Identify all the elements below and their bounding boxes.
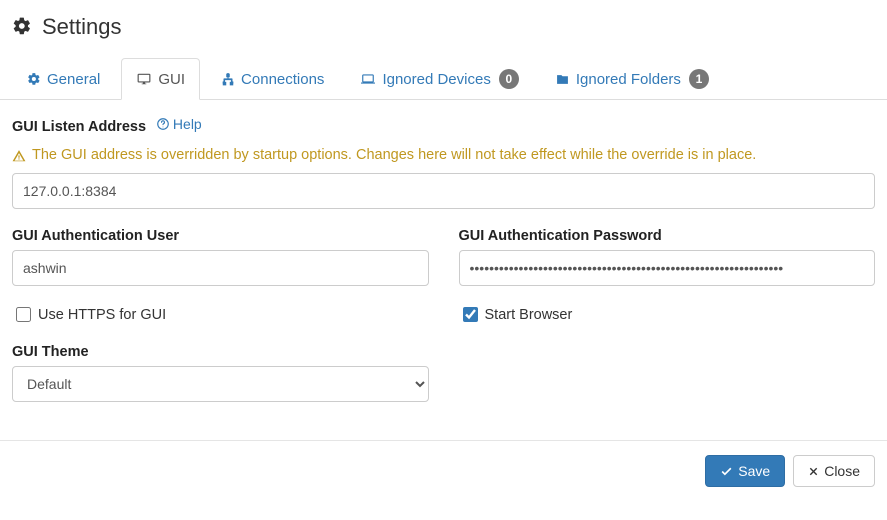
gui-panel: GUI Listen Address Help The GUI address … — [0, 100, 887, 440]
badge-count: 0 — [499, 69, 519, 89]
auth-user-input[interactable] — [12, 250, 429, 286]
listen-address-label: GUI Listen Address — [12, 119, 146, 135]
save-button[interactable]: Save — [705, 455, 785, 487]
theme-label: GUI Theme — [12, 344, 89, 360]
laptop-icon — [360, 72, 376, 86]
start-browser-checkbox[interactable] — [463, 307, 478, 322]
settings-header: Settings — [0, 0, 887, 58]
warning-text: The GUI address is overridden by startup… — [32, 147, 756, 163]
tab-ignored-devices[interactable]: Ignored Devices 0 — [345, 58, 533, 99]
auth-pass-input[interactable] — [459, 250, 876, 286]
page-title: Settings — [42, 14, 122, 40]
gear-icon — [27, 72, 41, 86]
help-label: Help — [173, 116, 202, 132]
badge-count: 1 — [689, 69, 709, 89]
tab-general[interactable]: General — [12, 58, 115, 99]
folder-icon — [555, 73, 570, 86]
tab-label: Connections — [241, 71, 324, 88]
save-label: Save — [738, 463, 770, 479]
help-link[interactable]: Help — [156, 116, 202, 132]
override-warning: The GUI address is overridden by startup… — [12, 147, 875, 163]
tab-label: GUI — [158, 71, 185, 88]
tab-label: General — [47, 71, 100, 88]
tab-label: Ignored Devices — [382, 71, 490, 88]
settings-tabs: General GUI Connections Ignored Devices … — [0, 58, 887, 100]
auth-pass-label: GUI Authentication Password — [459, 228, 662, 244]
close-button[interactable]: Close — [793, 455, 875, 487]
tab-ignored-folders[interactable]: Ignored Folders 1 — [540, 58, 724, 99]
theme-select[interactable]: Default — [12, 366, 429, 402]
auth-user-label: GUI Authentication User — [12, 228, 179, 244]
tab-connections[interactable]: Connections — [206, 58, 339, 99]
start-browser-label: Start Browser — [485, 307, 573, 323]
close-label: Close — [824, 463, 860, 479]
use-https-checkbox[interactable] — [16, 307, 31, 322]
sitemap-icon — [221, 72, 235, 86]
gear-icon — [12, 16, 42, 39]
listen-address-input[interactable] — [12, 173, 875, 209]
dialog-footer: Save Close — [0, 440, 887, 501]
desktop-icon — [136, 72, 152, 86]
tab-gui[interactable]: GUI — [121, 58, 200, 100]
use-https-label: Use HTTPS for GUI — [38, 307, 166, 323]
tab-label: Ignored Folders — [576, 71, 681, 88]
